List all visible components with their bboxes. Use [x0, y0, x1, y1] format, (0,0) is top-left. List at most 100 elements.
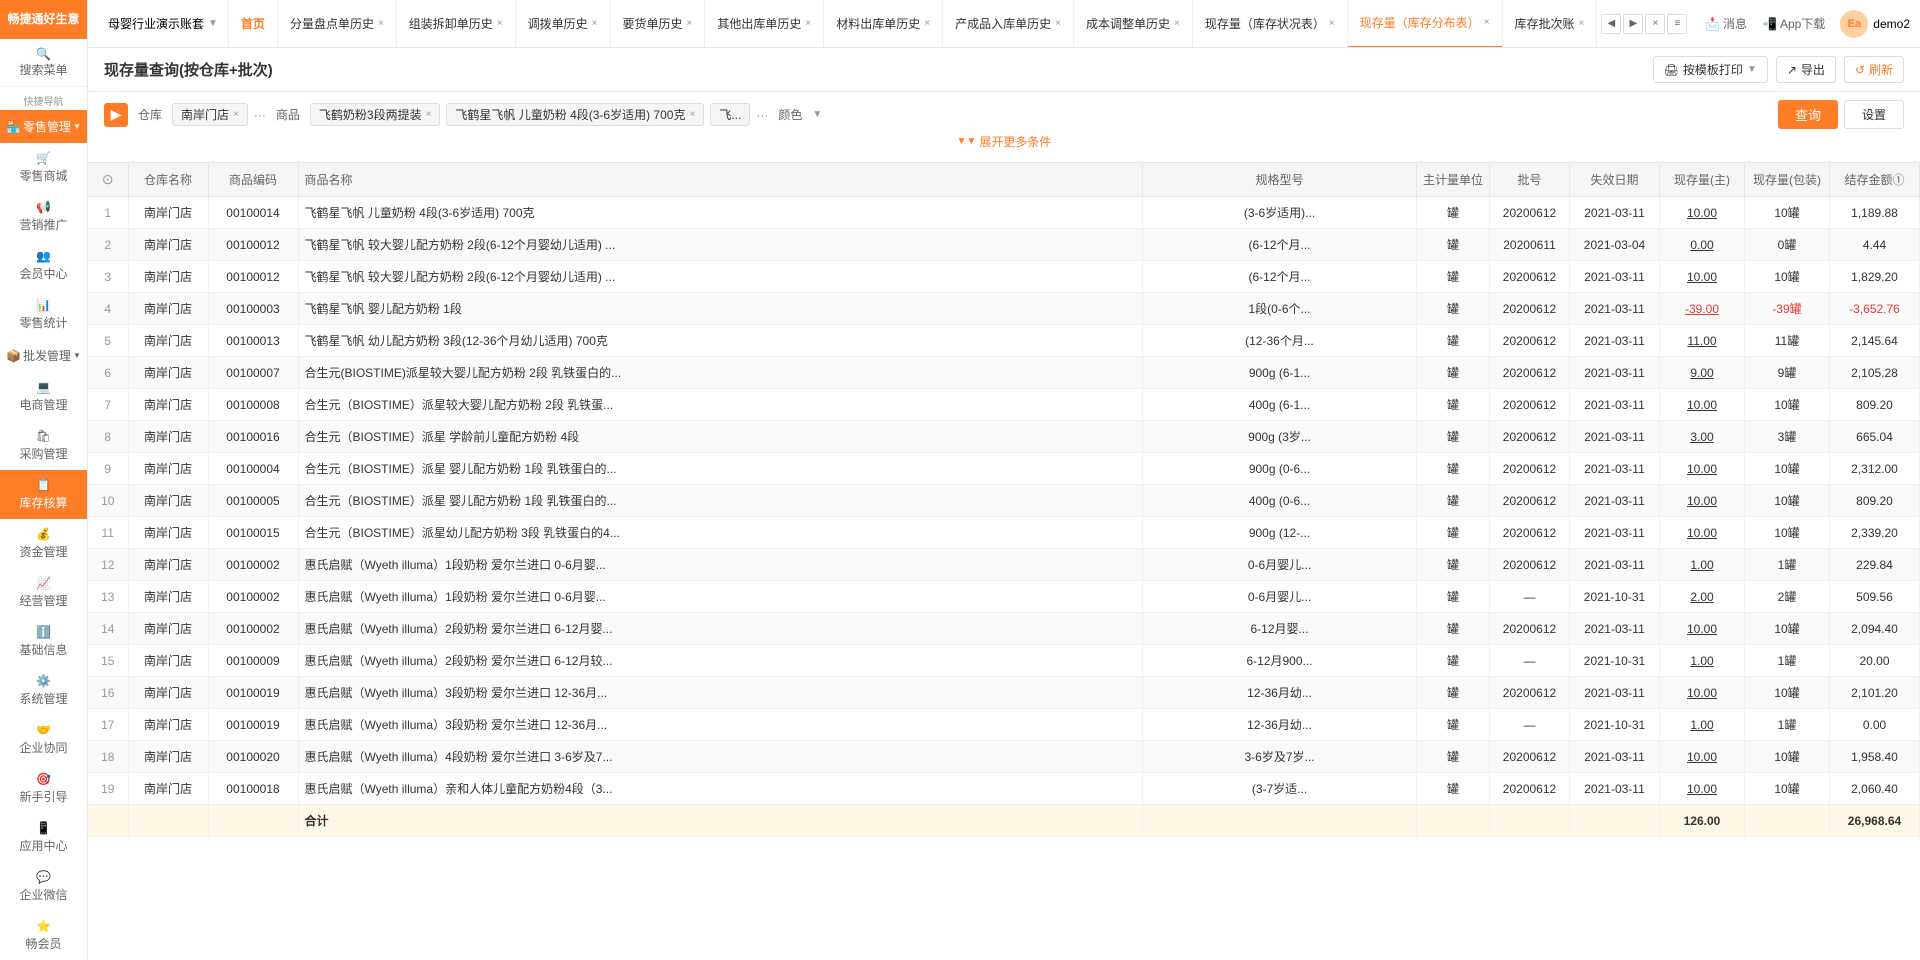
close-icon[interactable]: × [497, 18, 503, 29]
th-settings[interactable]: ⊙ [88, 163, 128, 197]
close-icon[interactable]: × [924, 18, 930, 29]
warehouse-tag[interactable]: 南岸门店 × [172, 103, 248, 126]
row-stock-main[interactable]: 10.00 [1660, 485, 1745, 517]
nav-tab-assemble[interactable]: 组装拆卸单历史 × [397, 0, 516, 48]
nav-tab-transfer[interactable]: 调拨单历史 × [516, 0, 611, 48]
nav-tab-stock-status[interactable]: 现存量（库存状况表） × [1193, 0, 1348, 48]
row-unit: 罐 [1416, 325, 1489, 357]
row-stock-main[interactable]: 1.00 [1660, 645, 1745, 677]
row-code: 00100018 [208, 773, 298, 805]
nav-tab-product-in[interactable]: 产成品入库单历史 × [943, 0, 1074, 48]
row-stock-main[interactable]: 10.00 [1660, 389, 1745, 421]
close-icon[interactable]: × [1055, 18, 1061, 29]
sidebar-item-purchase[interactable]: 🛍 采购管理 [0, 421, 87, 470]
close-icon[interactable]: × [1579, 18, 1585, 29]
export-button[interactable]: ↗ 导出 [1776, 56, 1836, 83]
refresh-button[interactable]: ↺ 刷新 [1844, 56, 1904, 83]
row-stock-main[interactable]: 10.00 [1660, 741, 1745, 773]
row-stock-main[interactable]: 11.00 [1660, 325, 1745, 357]
row-stock-pack: 10罐 [1745, 741, 1830, 773]
total-stock-main: 126.00 [1660, 805, 1745, 837]
nav-tab-batch[interactable]: 库存批次账 × [1503, 0, 1598, 48]
nav-tab-home[interactable]: 首页 [229, 0, 278, 48]
sidebar-item-operations[interactable]: 📈 经营管理 [0, 568, 87, 617]
product-tag-2[interactable]: 飞鹤星飞帆 儿童奶粉 4段(3-6岁适用) 700克 × [446, 103, 704, 126]
row-stock-main[interactable]: 9.00 [1660, 357, 1745, 389]
warehouse-tag-del[interactable]: × [233, 109, 239, 120]
filter-toggle-btn[interactable]: ▶ [104, 103, 128, 127]
close-icon[interactable]: × [1329, 18, 1335, 29]
row-stock-main[interactable]: 1.00 [1660, 709, 1745, 741]
sidebar-item-inventory[interactable]: 📋 库存核算 [0, 470, 87, 519]
sidebar-item-marketing[interactable]: 📢 营销推广 [0, 192, 87, 241]
row-stock-main[interactable]: 10.00 [1660, 453, 1745, 485]
sidebar-item-guide[interactable]: 🎯 新手引导 [0, 764, 87, 813]
product-tag-2-del[interactable]: × [689, 109, 695, 120]
print-button[interactable]: 🖨 按模板打印 ▼ [1653, 56, 1768, 83]
row-stock-main[interactable]: -39.00 [1660, 293, 1745, 325]
messages-btn[interactable]: 📩 消息 [1705, 15, 1747, 32]
nav-tab-inventory-check[interactable]: 分量盘点单历史 × [278, 0, 397, 48]
sidebar-item-retail-stat[interactable]: 📊 零售统计 [0, 290, 87, 339]
table-settings-icon[interactable]: ⊙ [102, 171, 114, 187]
row-stock-main[interactable]: 2.00 [1660, 581, 1745, 613]
close-icon[interactable]: × [805, 18, 811, 29]
warehouse-more[interactable]: ··· [254, 108, 266, 122]
nav-tab-order[interactable]: 要货单历史 × [611, 0, 706, 48]
nav-tab-stock-dist[interactable]: 现存量（库存分布表） × [1348, 0, 1503, 48]
close-icon[interactable]: × [687, 18, 693, 29]
row-stock-main[interactable]: 10.00 [1660, 677, 1745, 709]
row-stock-main[interactable]: 0.00 [1660, 229, 1745, 261]
product-tag-1-del[interactable]: × [426, 109, 432, 120]
app-download-btn[interactable]: 📲 App下载 [1762, 15, 1825, 32]
row-stock-main[interactable]: 10.00 [1660, 773, 1745, 805]
close-icon[interactable]: × [592, 18, 598, 29]
tab-menu-btn[interactable]: ≡ [1667, 14, 1687, 34]
sidebar-item-ecommerce[interactable]: 💻 电商管理 [0, 372, 87, 421]
nav-tab-material-out[interactable]: 材料出库单历史 × [824, 0, 943, 48]
row-stock-pack: 2罐 [1745, 581, 1830, 613]
sidebar-item-basic[interactable]: ℹ️ 基础信息 [0, 617, 87, 666]
row-spec: 12-36月幼... [1143, 677, 1417, 709]
expand-filter-btn[interactable]: ▼▼ 展开更多条件 [104, 129, 1904, 154]
sidebar-item-wholesale[interactable]: 📦 批发管理 ▼ [0, 339, 87, 372]
row-stock-main[interactable]: 10.00 [1660, 197, 1745, 229]
nav-tab-other-out[interactable]: 其他出库单历史 × [705, 0, 824, 48]
row-stock-main[interactable]: 10.00 [1660, 517, 1745, 549]
row-batch: 20200612 [1490, 421, 1570, 453]
product-tag-1[interactable]: 飞鹤奶粉3段两提装 × [310, 103, 441, 126]
sidebar-item-finance[interactable]: 💰 资金管理 [0, 519, 87, 568]
tab-close-all-btn[interactable]: × [1645, 14, 1665, 34]
sidebar-item-enterprise-wx[interactable]: 💬 企业微信 [0, 862, 87, 911]
account-selector[interactable]: 母婴行业演示账套 ▼ [98, 0, 229, 48]
row-warehouse: 南岸门店 [128, 325, 208, 357]
close-icon[interactable]: × [1484, 17, 1490, 28]
sidebar-item-retail-shop[interactable]: 🛒 零售商城 [0, 143, 87, 192]
row-unit: 罐 [1416, 421, 1489, 453]
product-tag-more[interactable]: 飞... [710, 103, 750, 126]
refresh-icon: ↺ [1855, 63, 1865, 77]
close-icon[interactable]: × [378, 18, 384, 29]
close-icon[interactable]: × [1174, 18, 1180, 29]
sidebar-item-appcenter[interactable]: 📱 应用中心 [0, 813, 87, 862]
nav-tab-cost-adj[interactable]: 成本调整单历史 × [1074, 0, 1193, 48]
row-stock-main[interactable]: 10.00 [1660, 261, 1745, 293]
row-stock-main[interactable]: 1.00 [1660, 549, 1745, 581]
sidebar-item-enterprise[interactable]: 🤝 企业协同 [0, 715, 87, 764]
row-stock-pack: 0罐 [1745, 229, 1830, 261]
sidebar-search[interactable]: 🔍 搜索菜单 [0, 39, 87, 87]
row-stock-main[interactable]: 10.00 [1660, 613, 1745, 645]
product-more-dots[interactable]: ··· [756, 108, 768, 122]
query-button[interactable]: 查询 [1778, 100, 1838, 129]
sidebar-item-retail[interactable]: 🏪 零售管理 ▼ [0, 110, 87, 143]
setting-button[interactable]: 设置 [1844, 100, 1904, 129]
user-profile[interactable]: Ea demo2 [1840, 10, 1910, 38]
sidebar-item-member[interactable]: 👥 会员中心 [0, 241, 87, 290]
tab-next-btn[interactable]: ▶ [1623, 14, 1643, 34]
row-stock-main[interactable]: 3.00 [1660, 421, 1745, 453]
row-code: 00100009 [208, 645, 298, 677]
sidebar-item-vip[interactable]: ⭐ 畅会员 [0, 911, 87, 960]
sidebar-item-system[interactable]: ⚙️ 系统管理 [0, 666, 87, 715]
color-dropdown-icon[interactable]: ▼ [812, 109, 822, 120]
tab-prev-btn[interactable]: ◀ [1601, 14, 1621, 34]
